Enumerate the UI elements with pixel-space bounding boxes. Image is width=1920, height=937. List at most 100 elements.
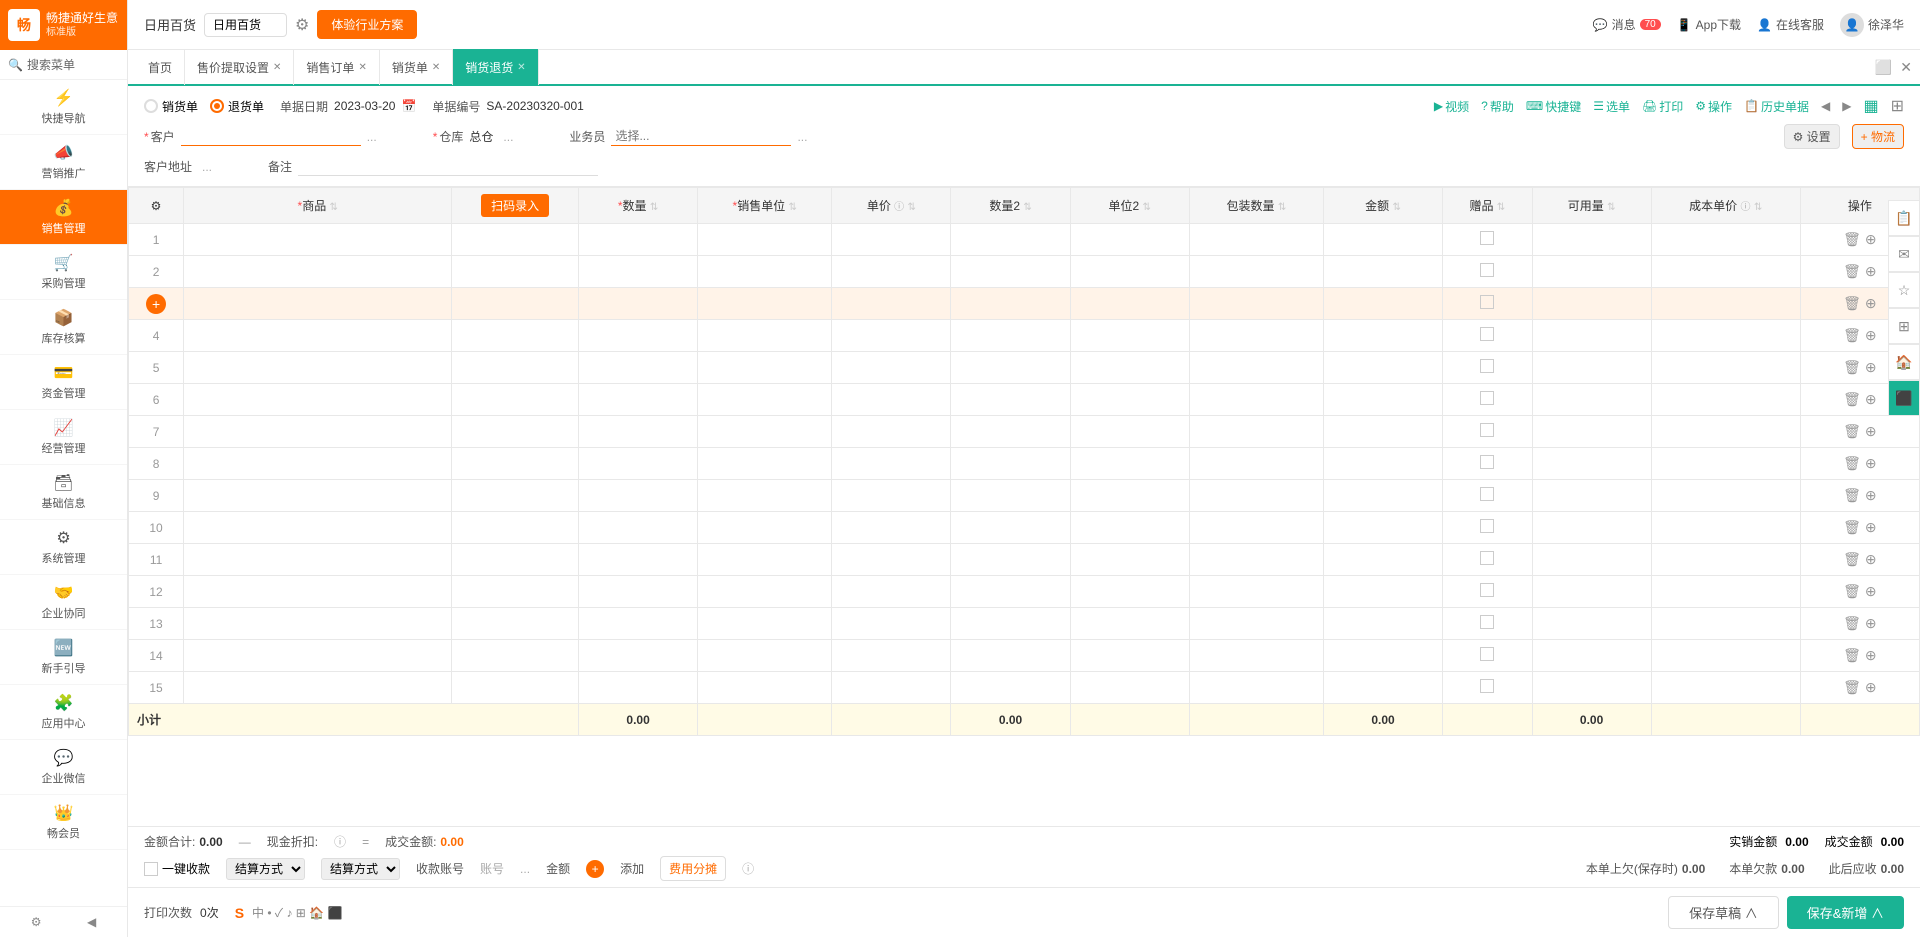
row-qty2-cell[interactable] bbox=[951, 480, 1070, 512]
copy-icon[interactable]: ⊕ bbox=[1865, 615, 1877, 632]
bank-ellipsis[interactable]: ... bbox=[520, 862, 530, 876]
row-product-cell[interactable] bbox=[184, 640, 452, 672]
row-unit-cell[interactable] bbox=[698, 512, 832, 544]
row-pack-cell[interactable] bbox=[1189, 640, 1323, 672]
remark-input[interactable] bbox=[298, 157, 598, 176]
sidebar-item-quicknav[interactable]: ⚡ 快捷导航 bbox=[0, 80, 127, 135]
row-avail-cell[interactable] bbox=[1532, 416, 1651, 448]
delete-icon[interactable]: 🗑 bbox=[1843, 263, 1861, 280]
row-unit2-cell[interactable] bbox=[1070, 320, 1189, 352]
row-unit2-cell[interactable] bbox=[1070, 288, 1189, 320]
th-gear[interactable]: ⚙ bbox=[129, 188, 184, 224]
row-gift-cell[interactable] bbox=[1443, 416, 1532, 448]
row-unit2-cell[interactable] bbox=[1070, 640, 1189, 672]
copy-icon[interactable]: ⊕ bbox=[1865, 327, 1877, 344]
row-cost-cell[interactable] bbox=[1651, 576, 1800, 608]
row-amount-cell[interactable] bbox=[1323, 352, 1442, 384]
row-avail-cell[interactable] bbox=[1532, 320, 1651, 352]
sidebar-item-basic[interactable]: 🗃 基础信息 bbox=[0, 465, 127, 520]
row-qty-cell[interactable] bbox=[578, 576, 697, 608]
row-price-cell[interactable] bbox=[832, 448, 951, 480]
row-pack-cell[interactable] bbox=[1189, 480, 1323, 512]
row-gift-cell[interactable] bbox=[1443, 288, 1532, 320]
row-qty-cell[interactable] bbox=[578, 416, 697, 448]
row-unit-cell[interactable] bbox=[698, 608, 832, 640]
tab-close-all-icon[interactable]: ✕ bbox=[1900, 59, 1912, 76]
row-qty2-cell[interactable] bbox=[951, 224, 1070, 256]
row-qty2-cell[interactable] bbox=[951, 608, 1070, 640]
row-amount-cell[interactable] bbox=[1323, 640, 1442, 672]
action-operate[interactable]: ⚙ 操作 bbox=[1695, 98, 1732, 115]
sidebar-item-cooperation[interactable]: 🤝 企业协同 bbox=[0, 575, 127, 630]
row-product-cell[interactable] bbox=[184, 288, 452, 320]
row-pack-cell[interactable] bbox=[1189, 384, 1323, 416]
delete-icon[interactable]: 🗑 bbox=[1843, 231, 1861, 248]
row-unit2-cell[interactable] bbox=[1070, 352, 1189, 384]
row-gift-cell[interactable] bbox=[1443, 544, 1532, 576]
row-qty2-cell[interactable] bbox=[951, 256, 1070, 288]
row-gift-cell[interactable] bbox=[1443, 512, 1532, 544]
row-product-cell[interactable] bbox=[184, 512, 452, 544]
row-cost-cell[interactable] bbox=[1651, 512, 1800, 544]
sidebar-item-inventory[interactable]: 📦 库存核算 bbox=[0, 300, 127, 355]
row-price-cell[interactable] bbox=[832, 288, 951, 320]
sidebar-search[interactable]: 🔍 搜索菜单 bbox=[0, 50, 127, 80]
sort-product-icon[interactable]: ⇅ bbox=[330, 202, 338, 213]
copy-icon[interactable]: ⊕ bbox=[1865, 359, 1877, 376]
action-select[interactable]: ☰ 选单 bbox=[1593, 98, 1630, 115]
row-qty-cell[interactable] bbox=[578, 672, 697, 704]
sidebar-item-purchase[interactable]: 🛒 采购管理 bbox=[0, 245, 127, 300]
row-gift-cell[interactable] bbox=[1443, 320, 1532, 352]
row-qty2-cell[interactable] bbox=[951, 352, 1070, 384]
row-product-cell[interactable] bbox=[184, 224, 452, 256]
sort-unit-icon[interactable]: ⇅ bbox=[789, 202, 797, 213]
row-product-cell[interactable] bbox=[184, 256, 452, 288]
sort-cost-icon[interactable]: ⇅ bbox=[1754, 202, 1762, 213]
delete-icon[interactable]: 🗑 bbox=[1843, 455, 1861, 472]
copy-icon[interactable]: ⊕ bbox=[1865, 551, 1877, 568]
copy-icon[interactable]: ⊕ bbox=[1865, 391, 1877, 408]
sidebar-item-marketing[interactable]: 📣 营销推广 bbox=[0, 135, 127, 190]
row-avail-cell[interactable] bbox=[1532, 512, 1651, 544]
row-amount-cell[interactable] bbox=[1323, 288, 1442, 320]
row-price-cell[interactable] bbox=[832, 416, 951, 448]
row-qty2-cell[interactable] bbox=[951, 416, 1070, 448]
row-unit2-cell[interactable] bbox=[1070, 608, 1189, 640]
row-qty2-cell[interactable] bbox=[951, 384, 1070, 416]
row-product-cell[interactable] bbox=[184, 608, 452, 640]
row-qty2-cell[interactable] bbox=[951, 512, 1070, 544]
row-gift-cell[interactable] bbox=[1443, 384, 1532, 416]
row-unit-cell[interactable] bbox=[698, 480, 832, 512]
row-cost-cell[interactable] bbox=[1651, 224, 1800, 256]
row-price-cell[interactable] bbox=[832, 480, 951, 512]
delete-icon[interactable]: 🗑 bbox=[1843, 519, 1861, 536]
gift-checkbox[interactable] bbox=[1480, 423, 1494, 437]
tab-price-close[interactable]: ✕ bbox=[273, 62, 281, 73]
row-price-cell[interactable] bbox=[832, 384, 951, 416]
delete-icon[interactable]: 🗑 bbox=[1843, 295, 1861, 312]
row-gift-cell[interactable] bbox=[1443, 576, 1532, 608]
row-unit-cell[interactable] bbox=[698, 672, 832, 704]
row-pack-cell[interactable] bbox=[1189, 672, 1323, 704]
row-unit2-cell[interactable] bbox=[1070, 256, 1189, 288]
gift-checkbox[interactable] bbox=[1480, 487, 1494, 501]
calc-method-select[interactable]: 结算方式 bbox=[321, 858, 400, 880]
action-print[interactable]: 🖨 打印 bbox=[1642, 98, 1683, 115]
row-gift-cell[interactable] bbox=[1443, 480, 1532, 512]
row-qty-cell[interactable] bbox=[578, 352, 697, 384]
row-product-cell[interactable] bbox=[184, 448, 452, 480]
row-cost-cell[interactable] bbox=[1651, 416, 1800, 448]
row-pack-cell[interactable] bbox=[1189, 288, 1323, 320]
sort-qty2-icon[interactable]: ⇅ bbox=[1023, 202, 1031, 213]
sort-amount-icon[interactable]: ⇅ bbox=[1392, 202, 1400, 213]
copy-icon[interactable]: ⊕ bbox=[1865, 519, 1877, 536]
row-qty2-cell[interactable] bbox=[951, 320, 1070, 352]
row-gift-cell[interactable] bbox=[1443, 352, 1532, 384]
row-unit-cell[interactable] bbox=[698, 288, 832, 320]
tab-sales-order[interactable]: 销售订单 ✕ bbox=[294, 49, 379, 85]
row-gift-cell[interactable] bbox=[1443, 448, 1532, 480]
row-price-cell[interactable] bbox=[832, 672, 951, 704]
gift-checkbox[interactable] bbox=[1480, 615, 1494, 629]
row-cost-cell[interactable] bbox=[1651, 640, 1800, 672]
app-download-item[interactable]: 📱 App下载 bbox=[1677, 16, 1741, 33]
